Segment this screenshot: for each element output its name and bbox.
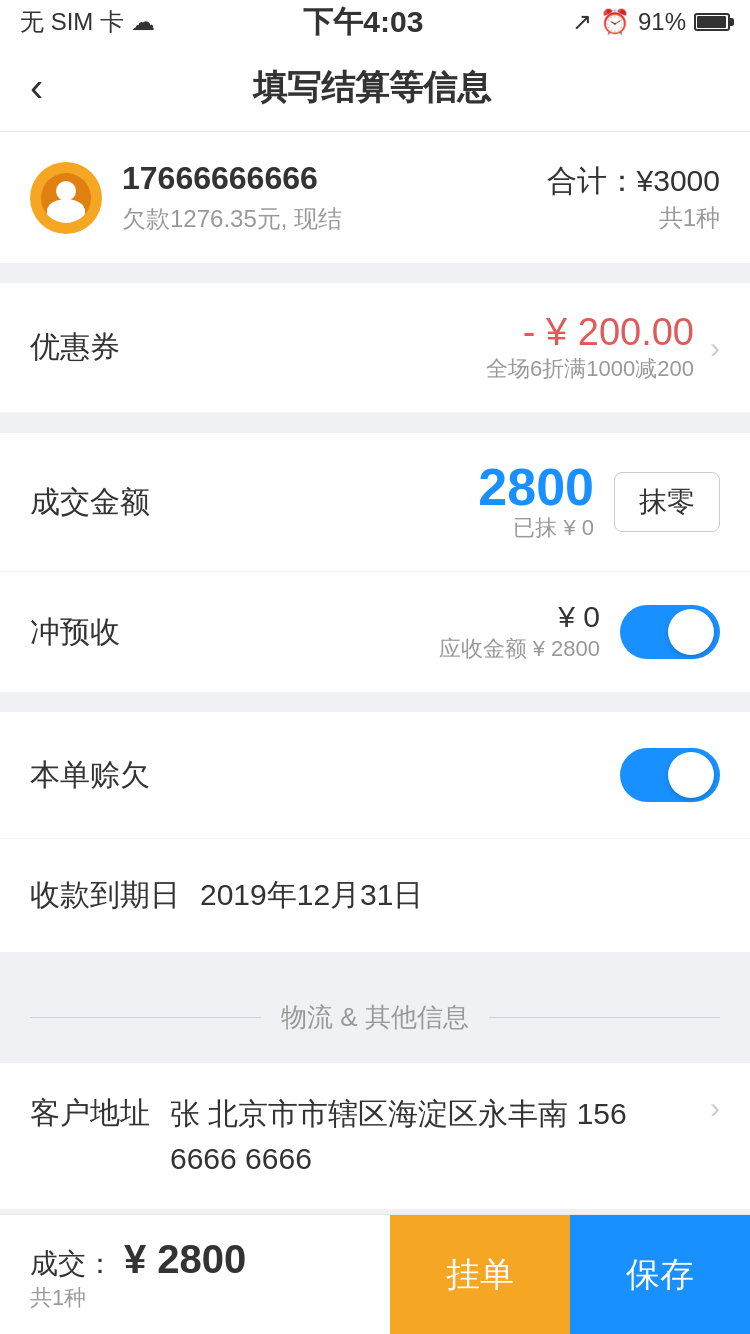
prepaid-right: ¥ 0 应收金额 ¥ 2800 xyxy=(439,600,720,664)
back-button[interactable]: ‹ xyxy=(30,65,43,110)
prepaid-receivable: 应收金额 ¥ 2800 xyxy=(439,634,600,664)
coupon-row[interactable]: 优惠券 - ¥ 200.00 全场6折满1000减200 › xyxy=(0,283,750,413)
prepaid-toggle[interactable] xyxy=(620,605,720,659)
address-row[interactable]: 客户地址 张 北京市市辖区海淀区永丰南 156 6666 6666 › xyxy=(0,1063,750,1209)
transaction-value: 2800 xyxy=(478,461,594,513)
coupon-desc: 全场6折满1000减200 xyxy=(486,354,694,384)
due-date-row: 收款到期日 2019年12月31日 xyxy=(0,839,750,952)
battery-icon xyxy=(694,13,730,31)
prepaid-value-wrap: ¥ 0 应收金额 ¥ 2800 xyxy=(439,600,600,664)
prepaid-label: 冲预收 xyxy=(30,612,120,653)
customer-info: 17666666666 欠款1276.35元, 现结 xyxy=(122,160,342,235)
transaction-row: 成交金额 2800 已抹 ¥ 0 抹零 xyxy=(0,433,750,572)
due-label: 收款到期日 xyxy=(30,875,180,916)
address-value: 张 北京市市辖区海淀区永丰南 156 6666 6666 xyxy=(170,1091,690,1181)
alarm-icon: ⏰ xyxy=(600,8,630,36)
bottom-summary: 成交： ¥ 2800 共1种 xyxy=(0,1237,390,1313)
bottom-transaction-label: 成交： xyxy=(30,1245,114,1283)
logistics-line-right xyxy=(489,1017,720,1018)
address-label: 客户地址 xyxy=(30,1091,150,1134)
customer-left: 17666666666 欠款1276.35元, 现结 xyxy=(30,160,342,235)
hang-button[interactable]: 挂单 xyxy=(390,1215,570,1335)
customer-debt: 欠款1276.35元, 现结 xyxy=(122,203,342,235)
divider-5 xyxy=(0,952,750,972)
coupon-amount: - ¥ 200.00 xyxy=(486,311,694,354)
avatar-icon xyxy=(41,173,91,223)
nav-bar: ‹ 填写结算等信息 xyxy=(0,44,750,132)
sim-label: 无 SIM 卡 ☁ xyxy=(20,6,155,38)
status-left: 无 SIM 卡 ☁ xyxy=(20,6,155,38)
status-right: ↗ ⏰ 91% xyxy=(572,8,730,36)
total-amount: 合计：¥3000 xyxy=(547,161,720,202)
prepaid-row: 冲预收 ¥ 0 应收金额 ¥ 2800 xyxy=(0,572,750,692)
debt-row: 本单赊欠 xyxy=(0,712,750,838)
coupon-right: - ¥ 200.00 全场6折满1000减200 › xyxy=(486,311,720,384)
debt-toggle-thumb xyxy=(668,752,714,798)
debt-label: 本单赊欠 xyxy=(30,755,150,796)
due-value: 2019年12月31日 xyxy=(200,875,423,916)
transaction-zeroed: 已抹 ¥ 0 xyxy=(478,513,594,543)
round-button[interactable]: 抹零 xyxy=(614,472,720,532)
content: 17666666666 欠款1276.35元, 现结 合计：¥3000 共1种 … xyxy=(0,132,750,1334)
customer-card: 17666666666 欠款1276.35元, 现结 合计：¥3000 共1种 xyxy=(0,132,750,263)
bottom-transaction: 成交： ¥ 2800 xyxy=(30,1237,360,1283)
prepaid-value: ¥ 0 xyxy=(439,600,600,634)
battery-label: 91% xyxy=(638,8,686,36)
divider-1 xyxy=(0,263,750,283)
toggle-thumb xyxy=(668,609,714,655)
status-time: 下午4:03 xyxy=(303,2,423,43)
status-bar: 无 SIM 卡 ☁ 下午4:03 ↗ ⏰ 91% xyxy=(0,0,750,44)
total-count: 共1种 xyxy=(547,202,720,234)
avatar xyxy=(30,162,102,234)
coupon-label: 优惠券 xyxy=(30,327,120,368)
address-chevron-right-icon: › xyxy=(710,1091,720,1125)
location-icon: ↗ xyxy=(572,8,592,36)
debt-toggle[interactable] xyxy=(620,748,720,802)
divider-3 xyxy=(0,692,750,712)
chevron-right-icon: › xyxy=(710,331,720,365)
page-title: 填写结算等信息 xyxy=(63,65,680,111)
bottom-transaction-value: ¥ 2800 xyxy=(124,1237,246,1282)
transaction-label: 成交金额 xyxy=(30,482,150,523)
transaction-value-wrap: 2800 已抹 ¥ 0 xyxy=(478,461,594,543)
save-button[interactable]: 保存 xyxy=(570,1215,750,1335)
bottom-bar: 成交： ¥ 2800 共1种 挂单 保存 xyxy=(0,1214,750,1334)
transaction-right: 2800 已抹 ¥ 0 抹零 xyxy=(478,461,720,543)
customer-phone: 17666666666 xyxy=(122,160,342,197)
logistics-header: 物流 & 其他信息 xyxy=(0,972,750,1063)
logistics-title: 物流 & 其他信息 xyxy=(281,1000,469,1035)
bottom-count: 共1种 xyxy=(30,1283,360,1313)
divider-2 xyxy=(0,413,750,433)
coupon-discount-wrapper: - ¥ 200.00 全场6折满1000减200 xyxy=(486,311,694,384)
customer-right: 合计：¥3000 共1种 xyxy=(547,161,720,234)
logistics-line-left xyxy=(30,1017,261,1018)
